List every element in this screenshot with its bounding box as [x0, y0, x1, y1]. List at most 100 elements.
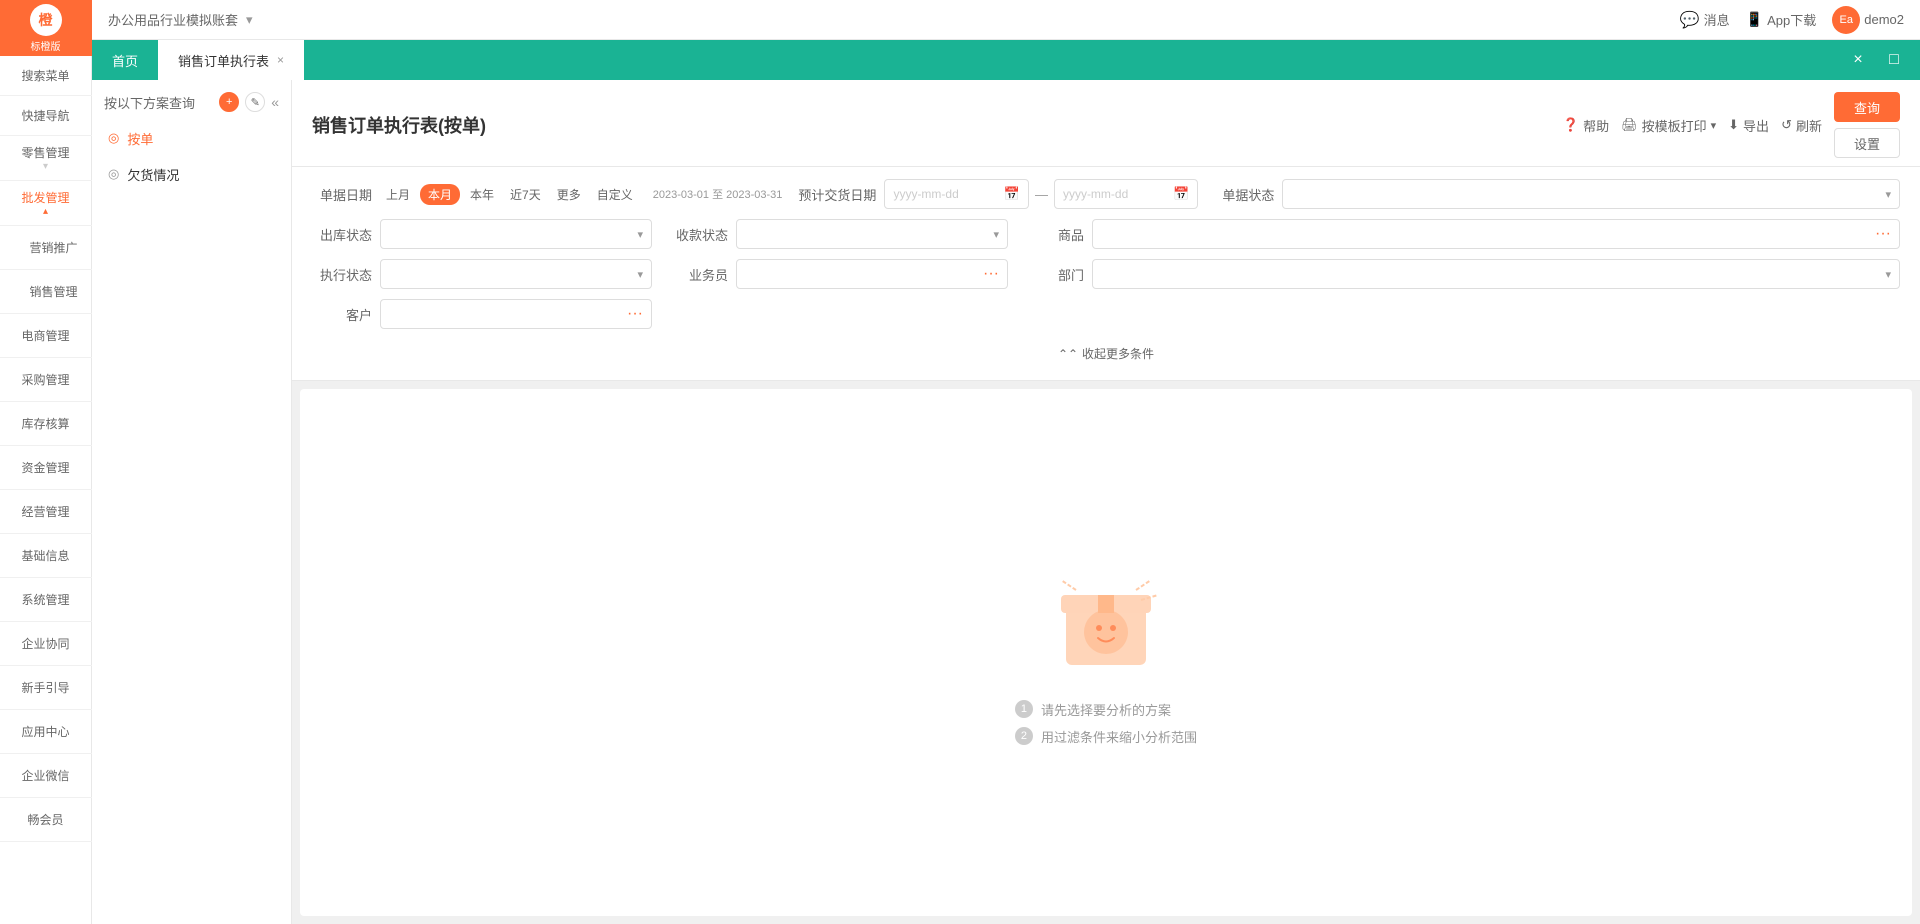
tab-sales-exec[interactable]: 销售订单执行表 ×: [158, 40, 304, 80]
sidebar-item-wechat[interactable]: 企业微信: [0, 754, 92, 798]
dept-dropdown-icon: ▾: [1885, 268, 1891, 281]
dept-label: 部门: [1024, 265, 1084, 284]
topbar-right: 💬 消息 📱 App下载 Ea demo2: [1680, 6, 1904, 34]
sidebar-item-ecommerce[interactable]: 电商管理: [0, 314, 92, 358]
sidebar-quick-nav[interactable]: 快捷导航: [0, 96, 92, 136]
tab-home-label: 首页: [112, 51, 138, 70]
tabbar: 首页 销售订单执行表 × × □: [92, 40, 1920, 80]
sidebar-item-wholesale[interactable]: 批发管理 ▴: [0, 181, 92, 226]
add-scheme-button[interactable]: +: [219, 92, 239, 112]
sidebar-item-retail[interactable]: 零售管理 ▾: [0, 136, 92, 181]
search-label: 搜索菜单: [21, 67, 69, 84]
shortcut-this-year[interactable]: 本年: [464, 184, 500, 205]
salesperson-label: 业务员: [668, 265, 728, 284]
ship-status-label: 出库状态: [312, 225, 372, 244]
collapse-filters-button[interactable]: ⌃⌃ 收起更多条件: [1058, 345, 1154, 362]
left-panel-title: 按以下方案查询: [104, 93, 195, 112]
settings-button[interactable]: 设置: [1834, 128, 1900, 158]
topbar-dropdown-icon[interactable]: ▾: [246, 12, 253, 28]
sidebar-item-newbie[interactable]: 新手引导: [0, 666, 92, 710]
filter-row-1: 单据日期 上月 本月 本年 近7天 更多 自定义 2023-03-01 至 20…: [312, 179, 1900, 209]
page-title: 销售订单执行表(按单): [312, 112, 486, 138]
filter-ship-item: 出库状态 ▾: [312, 219, 652, 249]
export-button[interactable]: ⬇ 导出: [1728, 116, 1769, 135]
tab-home[interactable]: 首页: [92, 40, 158, 80]
sidebar-item-sales[interactable]: 销售管理: [0, 270, 92, 314]
finance-label: 资金管理: [21, 459, 69, 476]
scheme-item-by-order[interactable]: ◎ 按单: [92, 120, 291, 156]
filter-dept-item: 部门 ▾: [1024, 259, 1900, 289]
goods-more-icon[interactable]: ···: [1875, 225, 1891, 243]
ship-status-select[interactable]: ▾: [380, 219, 652, 249]
sidebar-item-enterprise[interactable]: 企业协同: [0, 622, 92, 666]
user-profile[interactable]: Ea demo2: [1832, 6, 1904, 34]
wholesale-arrow: ▴: [43, 206, 48, 217]
shortcut-last7[interactable]: 近7天: [504, 184, 547, 205]
owe-goods-label: 欠货情况: [127, 165, 179, 184]
shortcut-more[interactable]: 更多: [551, 184, 587, 205]
shortcut-last-month[interactable]: 上月: [380, 184, 416, 205]
member-label: 畅会员: [27, 811, 63, 828]
sidebar: 橙 标橙版 搜索菜单 快捷导航 零售管理 ▾ 批发管理 ▴ 营销推广 销售管理 …: [0, 0, 92, 924]
dept-select[interactable]: ▾: [1092, 259, 1900, 289]
scheme-item-owe-goods[interactable]: ◎ 欠货情况: [92, 156, 291, 192]
sidebar-item-member[interactable]: 畅会员: [0, 798, 92, 842]
stock-label: 库存核算: [21, 415, 69, 432]
sidebar-item-apps[interactable]: 应用中心: [0, 710, 92, 754]
print-button[interactable]: 🖨 按模板打印 ▾: [1621, 116, 1716, 135]
exec-status-select[interactable]: ▾: [380, 259, 652, 289]
ecommerce-label: 电商管理: [21, 327, 69, 344]
print-icon: 🖨: [1621, 117, 1638, 133]
salesperson-select[interactable]: ···: [736, 259, 1008, 289]
collapse-panel-button[interactable]: «: [271, 94, 279, 110]
retail-arrow: ▾: [43, 161, 48, 172]
goods-select[interactable]: ···: [1092, 219, 1900, 249]
tab-maximize-button[interactable]: □: [1880, 46, 1908, 74]
filter-customer-item: 客户 ···: [312, 299, 652, 329]
sidebar-item-stock[interactable]: 库存核算: [0, 402, 92, 446]
calendar-end-icon: 📅: [1173, 186, 1189, 202]
print-arrow-icon: ▾: [1711, 119, 1717, 132]
edit-scheme-button[interactable]: ✎: [245, 92, 265, 112]
tab-close-icon[interactable]: ×: [277, 53, 284, 67]
status-label: 单据状态: [1214, 185, 1274, 204]
expected-date-start-placeholder: yyyy-mm-dd: [893, 187, 958, 201]
empty-tip-2: 2 用过滤条件来缩小分析范围: [1015, 727, 1197, 746]
expected-date-end-input[interactable]: yyyy-mm-dd 📅: [1054, 179, 1199, 209]
system-label: 系统管理: [21, 591, 69, 608]
payment-status-select[interactable]: ▾: [736, 219, 1008, 249]
sidebar-item-basic[interactable]: 基础信息: [0, 534, 92, 578]
tab-right-buttons: × □: [1844, 46, 1920, 74]
shortcut-this-month[interactable]: 本月: [420, 184, 460, 205]
sidebar-item-purchase[interactable]: 采购管理: [0, 358, 92, 402]
filter-goods-item: 商品 ···: [1024, 219, 1900, 249]
customer-select[interactable]: ···: [380, 299, 652, 329]
status-select[interactable]: ▾: [1282, 179, 1900, 209]
quick-nav-label: 快捷导航: [21, 107, 69, 124]
shortcut-custom[interactable]: 自定义: [591, 184, 639, 205]
sidebar-item-marketing[interactable]: 营销推广: [0, 226, 92, 270]
expected-date-range: yyyy-mm-dd 📅 — yyyy-mm-dd 📅: [884, 179, 1198, 209]
collapse-up-icon: ⌃⌃: [1058, 347, 1078, 361]
query-button[interactable]: 查询: [1834, 92, 1900, 122]
app-download-button[interactable]: 📱 App下载: [1746, 10, 1817, 29]
filter-date-item: 单据日期 上月 本月 本年 近7天 更多 自定义 2023-03-01 至 20…: [312, 184, 782, 205]
sidebar-search[interactable]: 搜索菜单: [0, 56, 92, 96]
tab-close-window-button[interactable]: ×: [1844, 46, 1872, 74]
sidebar-logo[interactable]: 橙 标橙版: [0, 0, 92, 56]
refresh-button[interactable]: ↺ 刷新: [1781, 116, 1822, 135]
refresh-label: 刷新: [1796, 116, 1822, 135]
help-button[interactable]: ❓ 帮助: [1563, 116, 1609, 135]
customer-more-icon[interactable]: ···: [627, 305, 643, 323]
filter-row-2: 出库状态 ▾ 收款状态 ▾ 商品: [312, 219, 1900, 249]
expected-date-start-input[interactable]: yyyy-mm-dd 📅: [884, 179, 1029, 209]
customer-label: 客户: [312, 305, 372, 324]
filter-status-item: 单据状态 ▾: [1214, 179, 1900, 209]
sidebar-item-finance[interactable]: 资金管理: [0, 446, 92, 490]
salesperson-more-icon[interactable]: ···: [983, 265, 999, 283]
help-icon: ❓: [1563, 117, 1579, 133]
date-shortcuts: 上月 本月 本年 近7天 更多 自定义: [380, 184, 639, 205]
sidebar-item-operation[interactable]: 经营管理: [0, 490, 92, 534]
sidebar-item-system[interactable]: 系统管理: [0, 578, 92, 622]
message-button[interactable]: 💬 消息: [1680, 10, 1730, 30]
